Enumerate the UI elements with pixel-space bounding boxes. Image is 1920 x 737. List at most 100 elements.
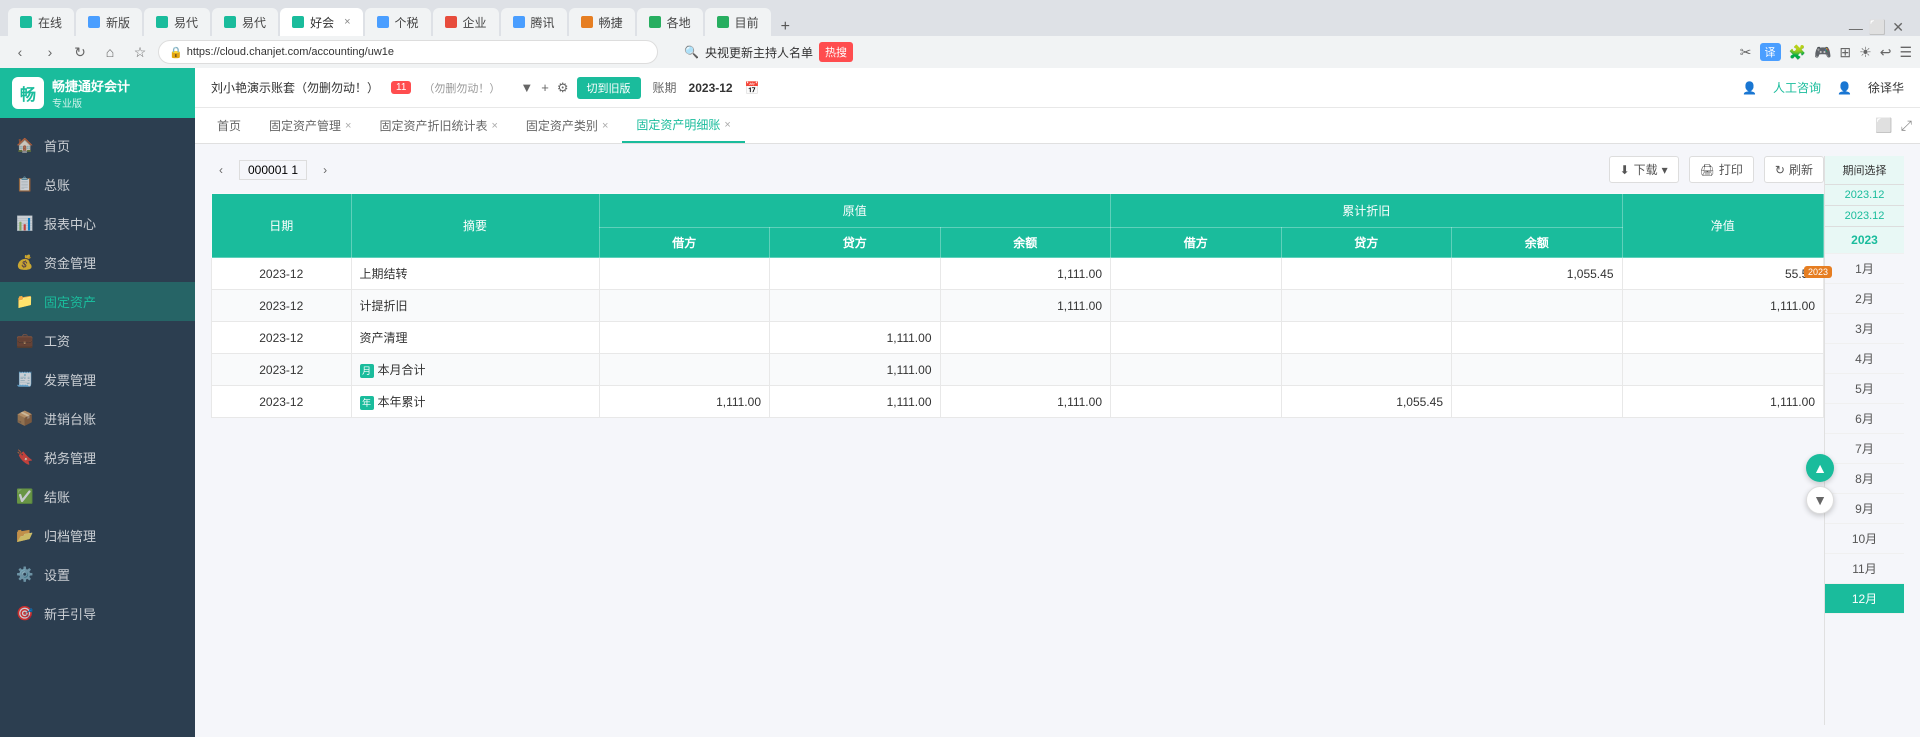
sidebar-item-general-ledger[interactable]: 📋 总账 [0,165,195,204]
cell-orig-debit [599,290,770,322]
browser-tab-muqian[interactable]: 目前 [705,8,771,36]
month-item-2[interactable]: 2月 [1825,284,1904,314]
scroll-up-button[interactable]: ▲ [1806,454,1834,482]
cell-accum-credit [1281,258,1452,290]
top-bar-right: 👤 人工咨询 👤 徐译华 [1742,79,1904,96]
col-accum-debit: 借方 [1111,228,1282,258]
home-button[interactable]: ⌂ [98,40,122,64]
sidebar-item-inventory[interactable]: 📦 进销台账 [0,399,195,438]
sidebar-item-settings[interactable]: ⚙️ 设置 [0,555,195,594]
browser-tab-new[interactable]: 新版 [76,8,142,36]
url-bar[interactable]: 🔒 https://cloud.chanjet.com/accounting/u… [158,40,658,64]
month-item-3[interactable]: 3月 [1825,314,1904,344]
tab-fixed-assets-mgmt[interactable]: 固定资产管理 × [255,109,365,142]
tab-close-icon[interactable]: × [724,119,730,131]
month-item-8[interactable]: 8月 [1825,464,1904,494]
sidebar-item-label: 固定资产 [44,292,96,311]
sidebar-item-payroll[interactable]: 💼 工资 [0,321,195,360]
tab-depreciation-stats[interactable]: 固定资产折旧统计表 × [365,109,511,142]
tab-close-icon[interactable]: × [491,120,497,132]
sidebar-item-label: 进销台账 [44,409,96,428]
browser-tab-haokuai[interactable]: 好会 × [280,8,362,36]
forward-button[interactable]: › [38,40,62,64]
new-tab-button[interactable]: + [773,18,798,36]
switch-version-button[interactable]: 切到旧版 [577,77,641,99]
calendar-icon[interactable]: 📅 [745,81,760,95]
brightness-icon[interactable]: ☀ [1859,44,1872,61]
sidebar-item-archive[interactable]: 📂 归档管理 [0,516,195,555]
next-page-button[interactable]: › [315,160,335,180]
browser-tab-gedi[interactable]: 各地 [637,8,703,36]
month-item-10[interactable]: 10月 [1825,524,1904,554]
month-item-4[interactable]: 4月 [1825,344,1904,374]
reload-button[interactable]: ↻ [68,40,92,64]
extension-icon[interactable]: 🧩 [1789,44,1806,61]
sidebar-item-invoice[interactable]: 🧾 发票管理 [0,360,195,399]
cell-date: 2023-12 [212,354,352,386]
undo-icon[interactable]: ↩ [1880,44,1892,61]
tab-close-icon[interactable]: × [344,16,350,28]
month-item-12[interactable]: 12月 [1825,584,1904,614]
month-item-11[interactable]: 11月 [1825,554,1904,584]
browser-tab-yidai1[interactable]: 易代 [144,8,210,36]
collapse-button[interactable]: ⬜ [1875,117,1892,134]
month-item-7[interactable]: 7月 [1825,434,1904,464]
download-button[interactable]: ⬇ 下载 ▾ [1609,156,1679,183]
sidebar-item-guide[interactable]: 🎯 新手引导 [0,594,195,633]
cell-date: 2023-12 [212,322,352,354]
sidebar-item-funds[interactable]: 💰 资金管理 [0,243,195,282]
tab-asset-category[interactable]: 固定资产类别 × [512,109,622,142]
month-item-5[interactable]: 5月 [1825,374,1904,404]
browser-tab-changjie[interactable]: 畅捷 [569,8,635,36]
bookmark-button[interactable]: ☆ [128,40,152,64]
print-button[interactable]: 🖨 打印 [1689,156,1754,183]
tab-close-icon[interactable]: × [602,120,608,132]
cell-orig-credit [770,258,941,290]
window-maximize[interactable]: ⬜ [1869,19,1886,36]
main-content: 刘小艳演示账套（勿删勿动！） 11 （勿删勿动！） ▼ + ⚙ 切到旧版 账期 … [195,68,1920,737]
scissors-icon[interactable]: ✂ [1740,44,1752,61]
tab-asset-detail[interactable]: 固定资产明细账 × [622,108,744,143]
page-number: 000001 1 [239,160,307,180]
refresh-button[interactable]: ↻ 刷新 [1764,156,1824,183]
cell-accum-credit: 1,055.45 [1281,386,1452,418]
month-item-9[interactable]: 9月 [1825,494,1904,524]
expand-button[interactable]: ⤢ [1901,117,1912,134]
dropdown-arrow[interactable]: ▼ [520,80,533,95]
sidebar-item-fixed-assets[interactable]: 📁 固定资产 [0,282,195,321]
browser-tab-yidai2[interactable]: 易代 [212,8,278,36]
sidebar-item-tax[interactable]: 🔖 税务管理 [0,438,195,477]
tab-close-icon[interactable]: × [345,120,351,132]
sidebar-item-reports[interactable]: 📊 报表中心 [0,204,195,243]
sidebar-item-closing[interactable]: ✅ 结账 [0,477,195,516]
support-label[interactable]: 人工咨询 [1773,79,1821,96]
cell-accum-debit [1111,322,1282,354]
settings-button[interactable]: ⚙ [557,80,569,96]
window-close[interactable]: ✕ [1892,19,1904,36]
translate-icon[interactable]: 译 [1760,43,1781,61]
month-item-1[interactable]: 1月 [1825,254,1904,284]
browser-tab-tencent[interactable]: 腾讯 [501,8,567,36]
user-label[interactable]: 徐译华 [1868,79,1904,96]
grid-icon[interactable]: ⊞ [1839,44,1851,61]
year-item-2023[interactable]: 2023 [1825,227,1904,254]
add-account-button[interactable]: + [541,80,549,95]
hot-search-badge[interactable]: 热搜 [819,42,853,62]
browser-tab-qiye[interactable]: 企业 [433,8,499,36]
window-minimize[interactable]: — [1849,20,1863,36]
cell-accum-debit [1111,354,1282,386]
scroll-down-button[interactable]: ▼ [1806,486,1834,514]
prev-page-button[interactable]: ‹ [211,160,231,180]
tab-home[interactable]: 首页 [203,109,255,142]
tab-label: 固定资产明细账 [636,116,720,133]
dropdown-icon: ▾ [1662,163,1668,177]
sidebar-item-label: 首页 [44,136,70,155]
download-icon: ⬇ [1620,163,1630,177]
sidebar-item-home[interactable]: 🏠 首页 [0,126,195,165]
gamepad-icon[interactable]: 🎮 [1814,44,1831,61]
menu-icon[interactable]: ☰ [1899,44,1912,61]
browser-tab-geshui[interactable]: 个税 [365,8,431,36]
back-button[interactable]: ‹ [8,40,32,64]
month-item-6[interactable]: 6月 [1825,404,1904,434]
browser-tab-online[interactable]: 在线 [8,8,74,36]
